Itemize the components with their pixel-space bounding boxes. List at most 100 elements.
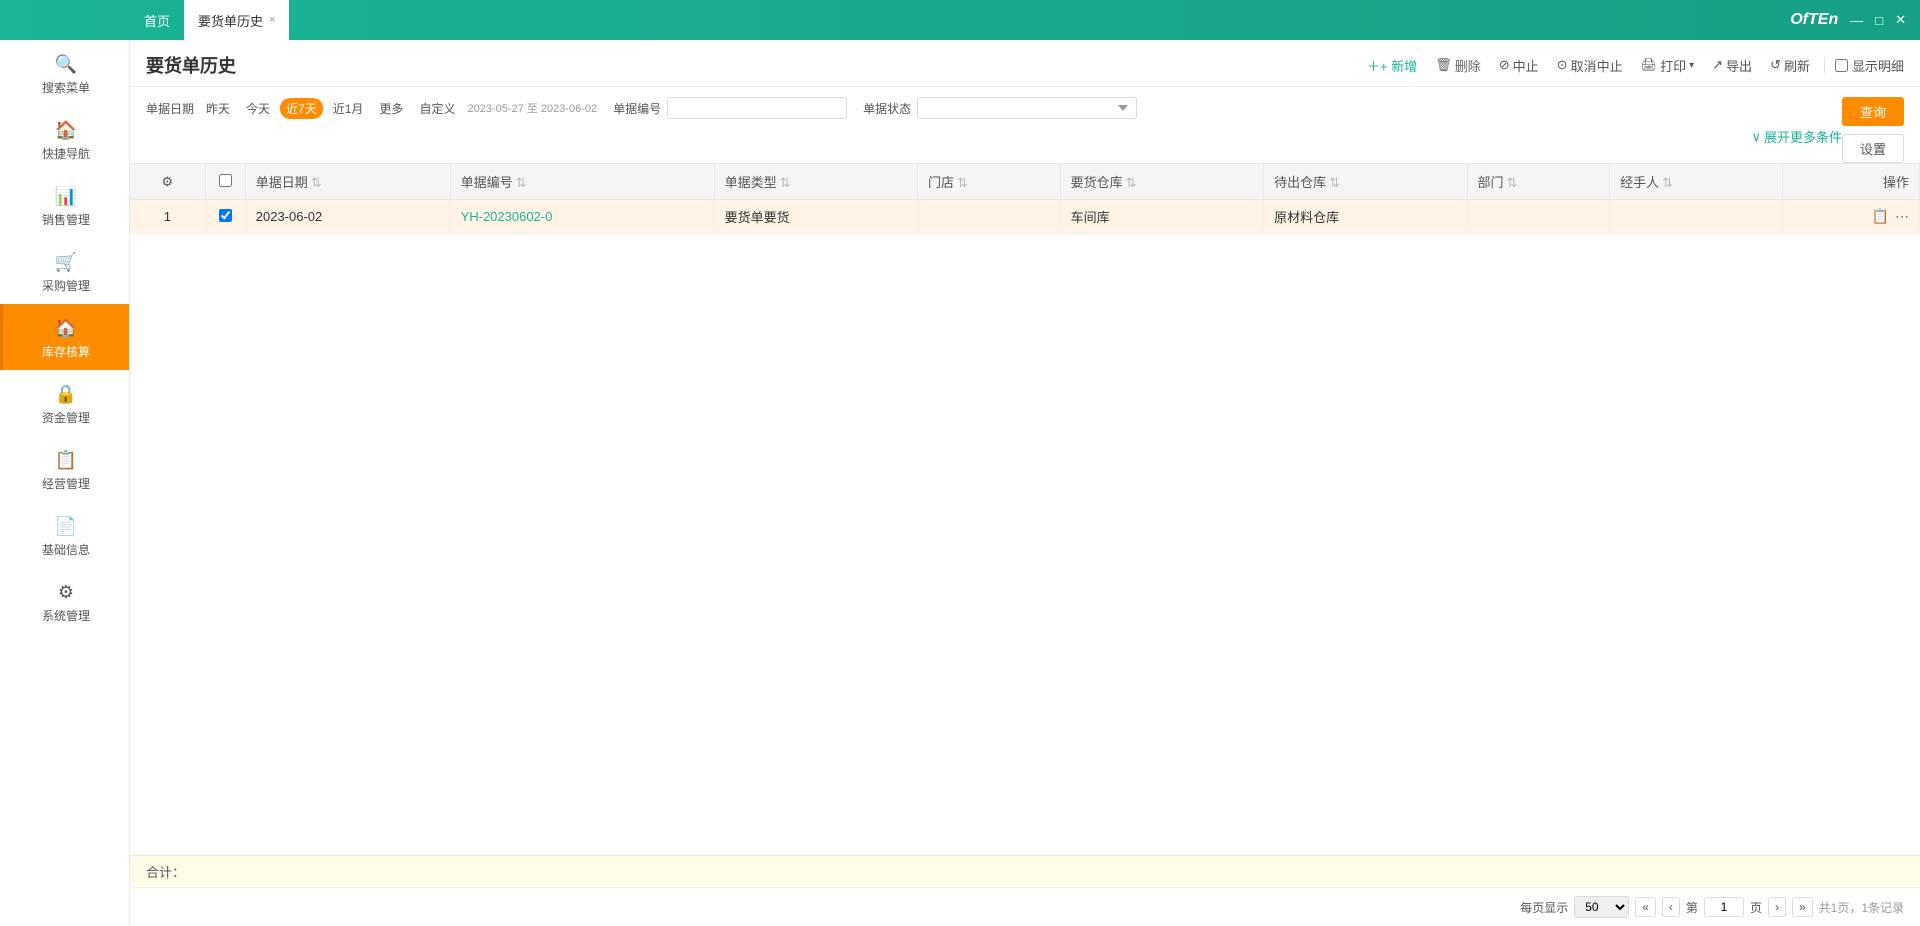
date-chip-more[interactable]: 更多	[373, 98, 409, 119]
date-chip-1month[interactable]: 近1月	[327, 98, 370, 119]
tab-close-icon[interactable]: ×	[269, 14, 275, 26]
chart-icon: 📊	[55, 186, 77, 207]
sort-doctype-icon[interactable]: ⇅	[780, 175, 791, 190]
prev-page-btn[interactable]: ‹	[1662, 897, 1680, 917]
refresh-button[interactable]: ↺ 刷新	[1766, 53, 1814, 78]
stop-button[interactable]: ⊘ 中止	[1495, 53, 1543, 78]
date-chip-today[interactable]: 今天	[240, 98, 276, 119]
search-area: 单据日期 昨天 今天 近7天 近1月 更多 自定义 2023-05-27 至 2…	[130, 87, 1920, 163]
td-index: 1	[130, 200, 205, 234]
date-chip-yesterday[interactable]: 昨天	[200, 98, 236, 119]
query-button[interactable]: 查询	[1842, 97, 1904, 126]
date-chip-custom[interactable]: 自定义	[413, 98, 461, 119]
sort-docdate-icon[interactable]: ⇅	[311, 175, 322, 190]
th-settings[interactable]: ⚙	[130, 164, 205, 200]
sidebar-item-inventory[interactable]: 🏠 库存核算	[0, 304, 129, 370]
display-detail-checkbox[interactable]	[1835, 59, 1848, 72]
pagesize-select[interactable]: 50 20 100 200	[1574, 896, 1629, 918]
docno-link[interactable]: YH-20230602-0	[461, 209, 553, 224]
expand-row: ∨ 展开更多条件	[146, 125, 1842, 150]
th-docdate: 单据日期⇅	[245, 164, 450, 200]
td-department	[1467, 200, 1610, 234]
print-button[interactable]: 🖨 打印 ▾	[1637, 53, 1699, 78]
settings-button[interactable]: 设置	[1842, 134, 1904, 163]
delete-button[interactable]: 🗑 删除	[1431, 53, 1485, 78]
print-dropdown-icon: ▾	[1689, 60, 1694, 71]
next-page-btn[interactable]: ›	[1768, 897, 1786, 917]
sidebar-item-sales[interactable]: 📊 销售管理	[0, 172, 129, 238]
operations-icon: 📋	[55, 450, 77, 471]
page-word: 第	[1686, 899, 1698, 916]
tab-requisition-history[interactable]: 要货单历史 ×	[184, 0, 289, 40]
status-label: 单据状态	[863, 100, 911, 117]
date-label: 单据日期	[146, 100, 194, 117]
window-controls: OfTEn — □ ✕	[1790, 11, 1920, 29]
main-layout: 🔍 搜索菜单 🏠 快捷导航 📊 销售管理 🛒 采购管理 🏠 库存核算 🔒 资金管…	[0, 40, 1920, 926]
brand-name: OfTEn	[1790, 11, 1838, 29]
status-select[interactable]	[917, 97, 1137, 119]
docno-label: 单据编号	[613, 100, 661, 117]
sort-store-icon[interactable]: ⇅	[957, 175, 968, 190]
status-filter-group: 单据状态	[863, 97, 1137, 119]
td-handler	[1610, 200, 1783, 234]
chevron-down-icon: ∨	[1751, 129, 1761, 145]
td-reqwarehouse: 车间库	[1060, 200, 1263, 234]
sort-docno-icon[interactable]: ⇅	[516, 175, 527, 190]
page-title: 要货单历史	[146, 52, 236, 78]
row-more-icon[interactable]: ⋯	[1895, 208, 1909, 225]
delete-icon: 🗑	[1435, 57, 1452, 73]
date-chip-7days[interactable]: 近7天	[280, 98, 323, 119]
th-operation: 操作	[1783, 164, 1920, 200]
sidebar-item-finance[interactable]: 🔒 资金管理	[0, 370, 129, 436]
th-reqwarehouse: 要货仓库⇅	[1060, 164, 1263, 200]
table-settings-icon[interactable]: ⚙	[162, 174, 174, 189]
table-body: 1 2023-06-02 YH-20230602-0 要货单要货 车间库 原材料…	[130, 200, 1920, 234]
first-page-btn[interactable]: «	[1635, 897, 1656, 917]
td-pendingwarehouse: 原材料仓库	[1264, 200, 1467, 234]
page-input[interactable]	[1704, 897, 1744, 917]
td-docno[interactable]: YH-20230602-0	[450, 200, 714, 234]
cancel-stop-button[interactable]: ⊙ 取消中止	[1553, 53, 1627, 78]
data-table: ⚙ 单据日期⇅ 单据编号⇅ 单据类型⇅	[130, 164, 1920, 234]
minimize-btn[interactable]: —	[1850, 13, 1863, 28]
select-all-checkbox[interactable]	[219, 174, 232, 187]
display-detail-btn[interactable]: 显示明细	[1835, 56, 1904, 75]
close-btn[interactable]: ✕	[1895, 12, 1906, 28]
sort-reqwarehouse-icon[interactable]: ⇅	[1126, 175, 1137, 190]
sidebar-item-purchase[interactable]: 🛒 采购管理	[0, 238, 129, 304]
date-filter-group: 单据日期 昨天 今天 近7天 近1月 更多 自定义 2023-05-27 至 2…	[146, 98, 597, 119]
sort-pendingwarehouse-icon[interactable]: ⇅	[1329, 175, 1340, 190]
header-actions: ＋ + 新增 🗑 删除 ⊘ 中止 ⊙ 取消中止 🖨 打印	[1363, 53, 1904, 78]
new-button[interactable]: ＋ + 新增	[1363, 53, 1421, 78]
sidebar-item-quicknav[interactable]: 🏠 快捷导航	[0, 106, 129, 172]
sidebar-item-search[interactable]: 🔍 搜索菜单	[0, 40, 129, 106]
docno-input[interactable]	[667, 97, 847, 119]
sidebar-item-system[interactable]: ⚙ 系统管理	[0, 568, 129, 634]
sidebar-item-basicinfo[interactable]: 📄 基础信息	[0, 502, 129, 568]
docno-filter-group: 单据编号	[613, 97, 847, 119]
export-button[interactable]: ↗ 导出	[1708, 53, 1756, 78]
divider	[1824, 57, 1825, 73]
gear-icon: ⚙	[58, 582, 74, 603]
th-handler: 经手人⇅	[1610, 164, 1783, 200]
date-range-display: 2023-05-27 至 2023-06-02	[467, 100, 597, 116]
cart-icon: 🛒	[55, 252, 77, 273]
expand-more-btn[interactable]: ∨ 展开更多条件	[1751, 127, 1842, 146]
refresh-icon: ↺	[1770, 57, 1781, 73]
search-icon: 🔍	[55, 54, 77, 75]
sort-department-icon[interactable]: ⇅	[1507, 175, 1518, 190]
print-icon: 🖨	[1641, 57, 1658, 73]
basicinfo-icon: 📄	[55, 516, 77, 537]
td-doctype: 要货单要货	[714, 200, 917, 234]
row-checkbox[interactable]	[219, 209, 232, 222]
date-filter-chips: 昨天 今天 近7天 近1月 更多 自定义	[200, 98, 461, 119]
filter-row-1: 单据日期 昨天 今天 近7天 近1月 更多 自定义 2023-05-27 至 2…	[146, 97, 1842, 119]
tab-home[interactable]: 首页	[130, 0, 184, 40]
last-page-btn[interactable]: »	[1792, 897, 1813, 917]
page-header: 要货单历史 ＋ + 新增 🗑 删除 ⊘ 中止 ⊙ 取消中止	[130, 40, 1920, 87]
row-edit-icon[interactable]: 📋	[1872, 208, 1889, 225]
sidebar-item-operations[interactable]: 📋 经营管理	[0, 436, 129, 502]
td-checkbox[interactable]	[205, 200, 245, 234]
maximize-btn[interactable]: □	[1875, 13, 1883, 28]
sort-handler-icon[interactable]: ⇅	[1662, 175, 1673, 190]
